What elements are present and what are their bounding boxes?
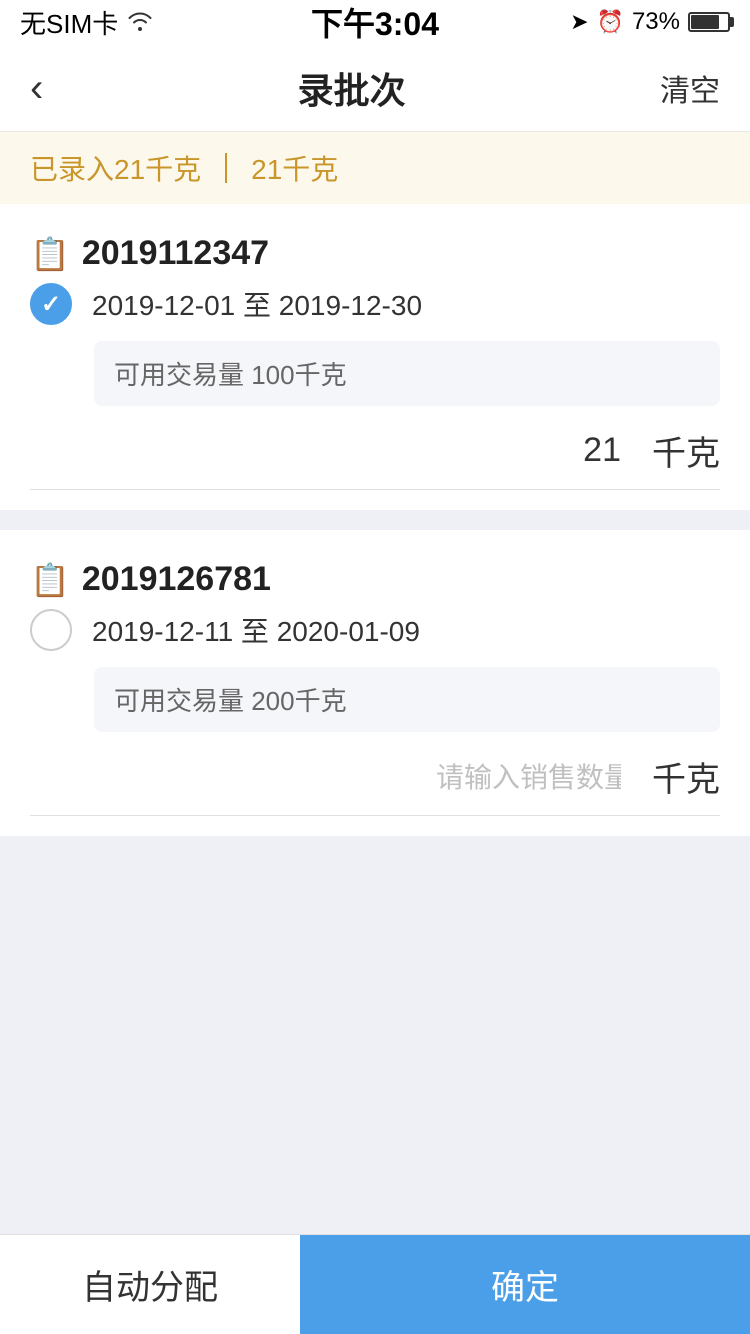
batch-quantity-input-1[interactable]: [436, 431, 636, 470]
batch-unit-1: 千克: [652, 426, 720, 475]
info-divider: [225, 153, 227, 183]
nav-bar: ‹ 录批次 清空: [0, 44, 750, 132]
batch-date-1: 2019-12-01 至 2019-12-30: [92, 284, 422, 324]
status-icons: ➤ ⏰ 73%: [570, 8, 730, 36]
batch-item-1: 📋 2019112347 2019-12-01 至 2019-12-30 可用交…: [0, 204, 750, 510]
info-value: 21千克: [251, 148, 338, 188]
batch-date-row-1: 2019-12-01 至 2019-12-30: [30, 283, 720, 325]
battery-percent: 73%: [632, 8, 680, 36]
alarm-icon: ⏰: [597, 9, 624, 35]
auto-distribute-button[interactable]: 自动分配: [0, 1235, 300, 1334]
status-time: 下午3:04: [311, 0, 439, 45]
batch-item-2: 📋 2019126781 2019-12-11 至 2020-01-09 可用交…: [0, 530, 750, 836]
info-label: 已录入21千克: [30, 148, 201, 188]
confirm-button[interactable]: 确定: [300, 1235, 750, 1334]
batch-input-row-2: 千克: [30, 752, 720, 816]
batch-qty-1: 可用交易量 100千克: [94, 341, 720, 406]
batch-date-2: 2019-12-11 至 2020-01-09: [92, 610, 420, 650]
batch-radio-1[interactable]: [30, 283, 72, 325]
batch-header-2: 📋 2019126781: [30, 560, 720, 599]
batch-date-row-2: 2019-12-11 至 2020-01-09: [30, 609, 720, 651]
wifi-icon: [126, 7, 154, 38]
batch-doc-icon-2: 📋: [30, 561, 70, 599]
batch-input-row-1: 千克: [30, 426, 720, 490]
back-button[interactable]: ‹: [30, 68, 43, 108]
batch-doc-icon-1: 📋: [30, 235, 70, 273]
empty-area: [0, 836, 750, 1296]
section-separator-1: [0, 510, 750, 530]
batch-unit-2: 千克: [652, 752, 720, 801]
info-banner: 已录入21千克 21千克: [0, 132, 750, 204]
carrier-text: 无SIM卡: [20, 4, 118, 41]
bottom-bar: 自动分配 确定: [0, 1234, 750, 1334]
status-bar: 无SIM卡 下午3:04 ➤ ⏰ 73%: [0, 0, 750, 44]
clear-button[interactable]: 清空: [660, 66, 720, 110]
batch-qty-2: 可用交易量 200千克: [94, 667, 720, 732]
page-title: 录批次: [298, 62, 406, 114]
location-icon: ➤: [570, 9, 588, 35]
batch-id-1: 2019112347: [82, 234, 269, 273]
battery-icon: [688, 12, 730, 32]
batch-id-2: 2019126781: [82, 560, 271, 599]
batch-radio-2[interactable]: [30, 609, 72, 651]
batch-quantity-input-2[interactable]: [436, 757, 636, 796]
batch-list: 📋 2019112347 2019-12-01 至 2019-12-30 可用交…: [0, 204, 750, 836]
status-carrier: 无SIM卡: [20, 4, 154, 41]
batch-header-1: 📋 2019112347: [30, 234, 720, 273]
